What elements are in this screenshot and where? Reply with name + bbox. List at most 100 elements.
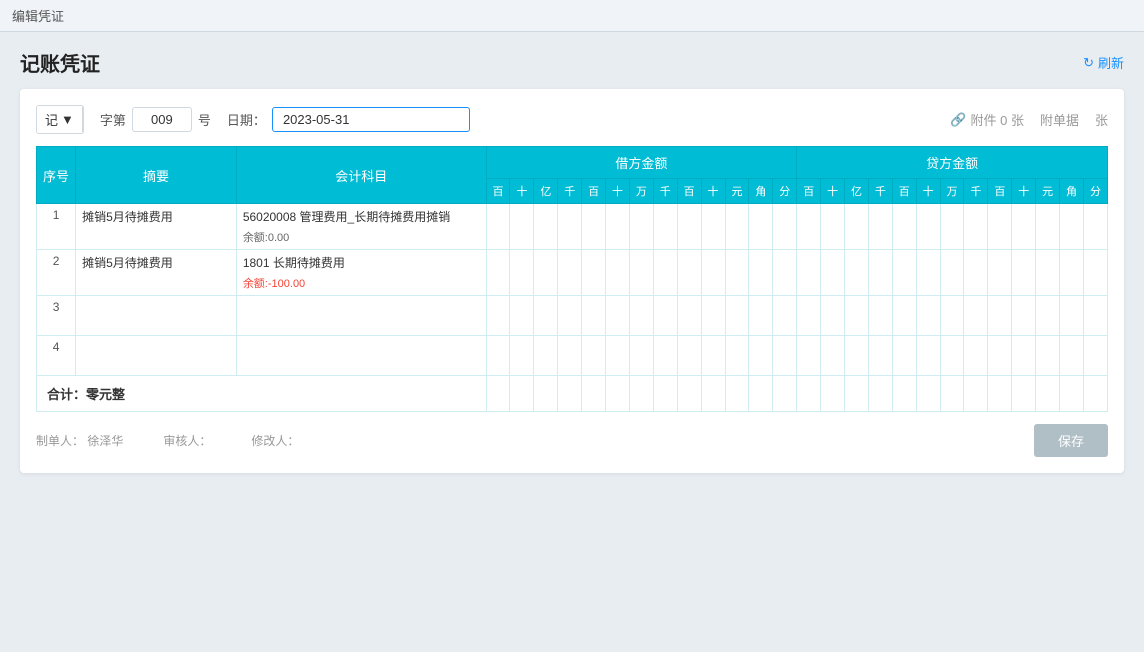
row-2-debit-7[interactable] bbox=[629, 250, 653, 296]
row-1-credit-11[interactable] bbox=[1036, 204, 1060, 250]
row-4-debit-6[interactable] bbox=[606, 336, 630, 376]
row-4-summary[interactable] bbox=[76, 336, 237, 376]
date-input[interactable] bbox=[272, 107, 470, 132]
row-4-debit-9[interactable] bbox=[677, 336, 701, 376]
row-4-credit-5[interactable] bbox=[892, 336, 916, 376]
row-1-account[interactable]: 56020008 管理费用_长期待摊费用摊销 余额:0.00 bbox=[236, 204, 486, 250]
row-4-credit-2[interactable] bbox=[821, 336, 845, 376]
row-4-debit-4[interactable] bbox=[558, 336, 582, 376]
row-3-credit-13[interactable] bbox=[1083, 296, 1107, 336]
refresh-button[interactable]: ↻ 刷新 bbox=[1083, 53, 1124, 72]
row-1-debit-8[interactable] bbox=[653, 204, 677, 250]
row-4-credit-7[interactable] bbox=[940, 336, 964, 376]
row-2-debit-11[interactable] bbox=[725, 250, 749, 296]
row-1-summary[interactable]: 摊销5月待摊费用 bbox=[76, 204, 237, 250]
row-4-credit-13[interactable] bbox=[1083, 336, 1107, 376]
row-3-credit-4[interactable] bbox=[868, 296, 892, 336]
row-1-credit-2[interactable] bbox=[821, 204, 845, 250]
row-1-debit-10[interactable] bbox=[701, 204, 725, 250]
row-4-debit-8[interactable] bbox=[653, 336, 677, 376]
type-select-group[interactable]: 记 ▼ bbox=[36, 105, 84, 134]
row-3-debit-7[interactable] bbox=[629, 296, 653, 336]
row-3-credit-10[interactable] bbox=[1012, 296, 1036, 336]
row-3-credit-9[interactable] bbox=[988, 296, 1012, 336]
row-2-account[interactable]: 1801 长期待摊费用 余额:-100.00 bbox=[236, 250, 486, 296]
attachment-link[interactable]: 🔗 附件 0 张 bbox=[950, 110, 1024, 129]
row-3-debit-11[interactable] bbox=[725, 296, 749, 336]
row-3-credit-8[interactable] bbox=[964, 296, 988, 336]
row-3-debit-9[interactable] bbox=[677, 296, 701, 336]
row-2-credit-3[interactable] bbox=[845, 250, 869, 296]
row-2-debit-6[interactable] bbox=[606, 250, 630, 296]
row-4-credit-1[interactable] bbox=[797, 336, 821, 376]
row-4-debit-3[interactable] bbox=[534, 336, 558, 376]
row-3-credit-7[interactable] bbox=[940, 296, 964, 336]
row-2-credit-9[interactable] bbox=[988, 250, 1012, 296]
row-1-credit-1[interactable] bbox=[797, 204, 821, 250]
row-3-debit-1[interactable] bbox=[486, 296, 510, 336]
row-3-debit-4[interactable] bbox=[558, 296, 582, 336]
row-2-credit-8[interactable] bbox=[964, 250, 988, 296]
row-3-account[interactable] bbox=[236, 296, 486, 336]
row-2-credit-7[interactable] bbox=[940, 250, 964, 296]
row-1-credit-12[interactable] bbox=[1060, 204, 1084, 250]
row-3-debit-8[interactable] bbox=[653, 296, 677, 336]
row-2-debit-10[interactable] bbox=[701, 250, 725, 296]
row-3-summary[interactable] bbox=[76, 296, 237, 336]
row-3-credit-6[interactable] bbox=[916, 296, 940, 336]
row-4-credit-6[interactable] bbox=[916, 336, 940, 376]
row-1-credit-8[interactable] bbox=[964, 204, 988, 250]
row-4-credit-9[interactable] bbox=[988, 336, 1012, 376]
row-4-debit-5[interactable] bbox=[582, 336, 606, 376]
row-1-debit-4[interactable] bbox=[558, 204, 582, 250]
row-4-debit-2[interactable] bbox=[510, 336, 534, 376]
row-2-credit-4[interactable] bbox=[868, 250, 892, 296]
row-4-debit-1[interactable] bbox=[486, 336, 510, 376]
row-1-debit-3[interactable] bbox=[534, 204, 558, 250]
row-4-credit-10[interactable] bbox=[1012, 336, 1036, 376]
row-1-debit-12[interactable] bbox=[749, 204, 773, 250]
row-3-credit-11[interactable] bbox=[1036, 296, 1060, 336]
row-2-debit-4[interactable] bbox=[558, 250, 582, 296]
row-4-debit-13[interactable] bbox=[773, 336, 797, 376]
row-2-credit-12[interactable] bbox=[1060, 250, 1084, 296]
row-3-debit-5[interactable] bbox=[582, 296, 606, 336]
voucher-number-input[interactable] bbox=[132, 107, 192, 132]
row-1-credit-10[interactable] bbox=[1012, 204, 1036, 250]
type-select-btn[interactable]: 记 ▼ bbox=[37, 106, 83, 133]
row-1-credit-13[interactable] bbox=[1083, 204, 1107, 250]
row-3-debit-6[interactable] bbox=[606, 296, 630, 336]
row-4-debit-12[interactable] bbox=[749, 336, 773, 376]
row-2-debit-8[interactable] bbox=[653, 250, 677, 296]
row-3-debit-3[interactable] bbox=[534, 296, 558, 336]
row-1-credit-3[interactable] bbox=[845, 204, 869, 250]
row-2-debit-9[interactable] bbox=[677, 250, 701, 296]
row-3-debit-13[interactable] bbox=[773, 296, 797, 336]
row-4-credit-8[interactable] bbox=[964, 336, 988, 376]
row-3-credit-3[interactable] bbox=[845, 296, 869, 336]
save-button[interactable]: 保存 bbox=[1034, 424, 1108, 457]
row-2-debit-5[interactable] bbox=[582, 250, 606, 296]
row-4-account[interactable] bbox=[236, 336, 486, 376]
row-2-summary[interactable]: 摊销5月待摊费用 bbox=[76, 250, 237, 296]
row-1-debit-1[interactable] bbox=[486, 204, 510, 250]
row-2-credit-10[interactable] bbox=[1012, 250, 1036, 296]
row-2-debit-3[interactable] bbox=[534, 250, 558, 296]
row-2-debit-13[interactable] bbox=[773, 250, 797, 296]
row-4-credit-3[interactable] bbox=[845, 336, 869, 376]
row-4-credit-12[interactable] bbox=[1060, 336, 1084, 376]
row-2-credit-6[interactable] bbox=[916, 250, 940, 296]
row-3-debit-2[interactable] bbox=[510, 296, 534, 336]
row-2-credit-1[interactable] bbox=[797, 250, 821, 296]
row-1-debit-6[interactable] bbox=[606, 204, 630, 250]
row-3-credit-12[interactable] bbox=[1060, 296, 1084, 336]
row-1-debit-5[interactable] bbox=[582, 204, 606, 250]
row-1-debit-13[interactable] bbox=[773, 204, 797, 250]
row-2-credit-11[interactable] bbox=[1036, 250, 1060, 296]
row-3-debit-12[interactable] bbox=[749, 296, 773, 336]
row-4-debit-7[interactable] bbox=[629, 336, 653, 376]
row-4-debit-11[interactable] bbox=[725, 336, 749, 376]
row-1-credit-9[interactable] bbox=[988, 204, 1012, 250]
row-1-debit-9[interactable] bbox=[677, 204, 701, 250]
row-2-credit-5[interactable] bbox=[892, 250, 916, 296]
